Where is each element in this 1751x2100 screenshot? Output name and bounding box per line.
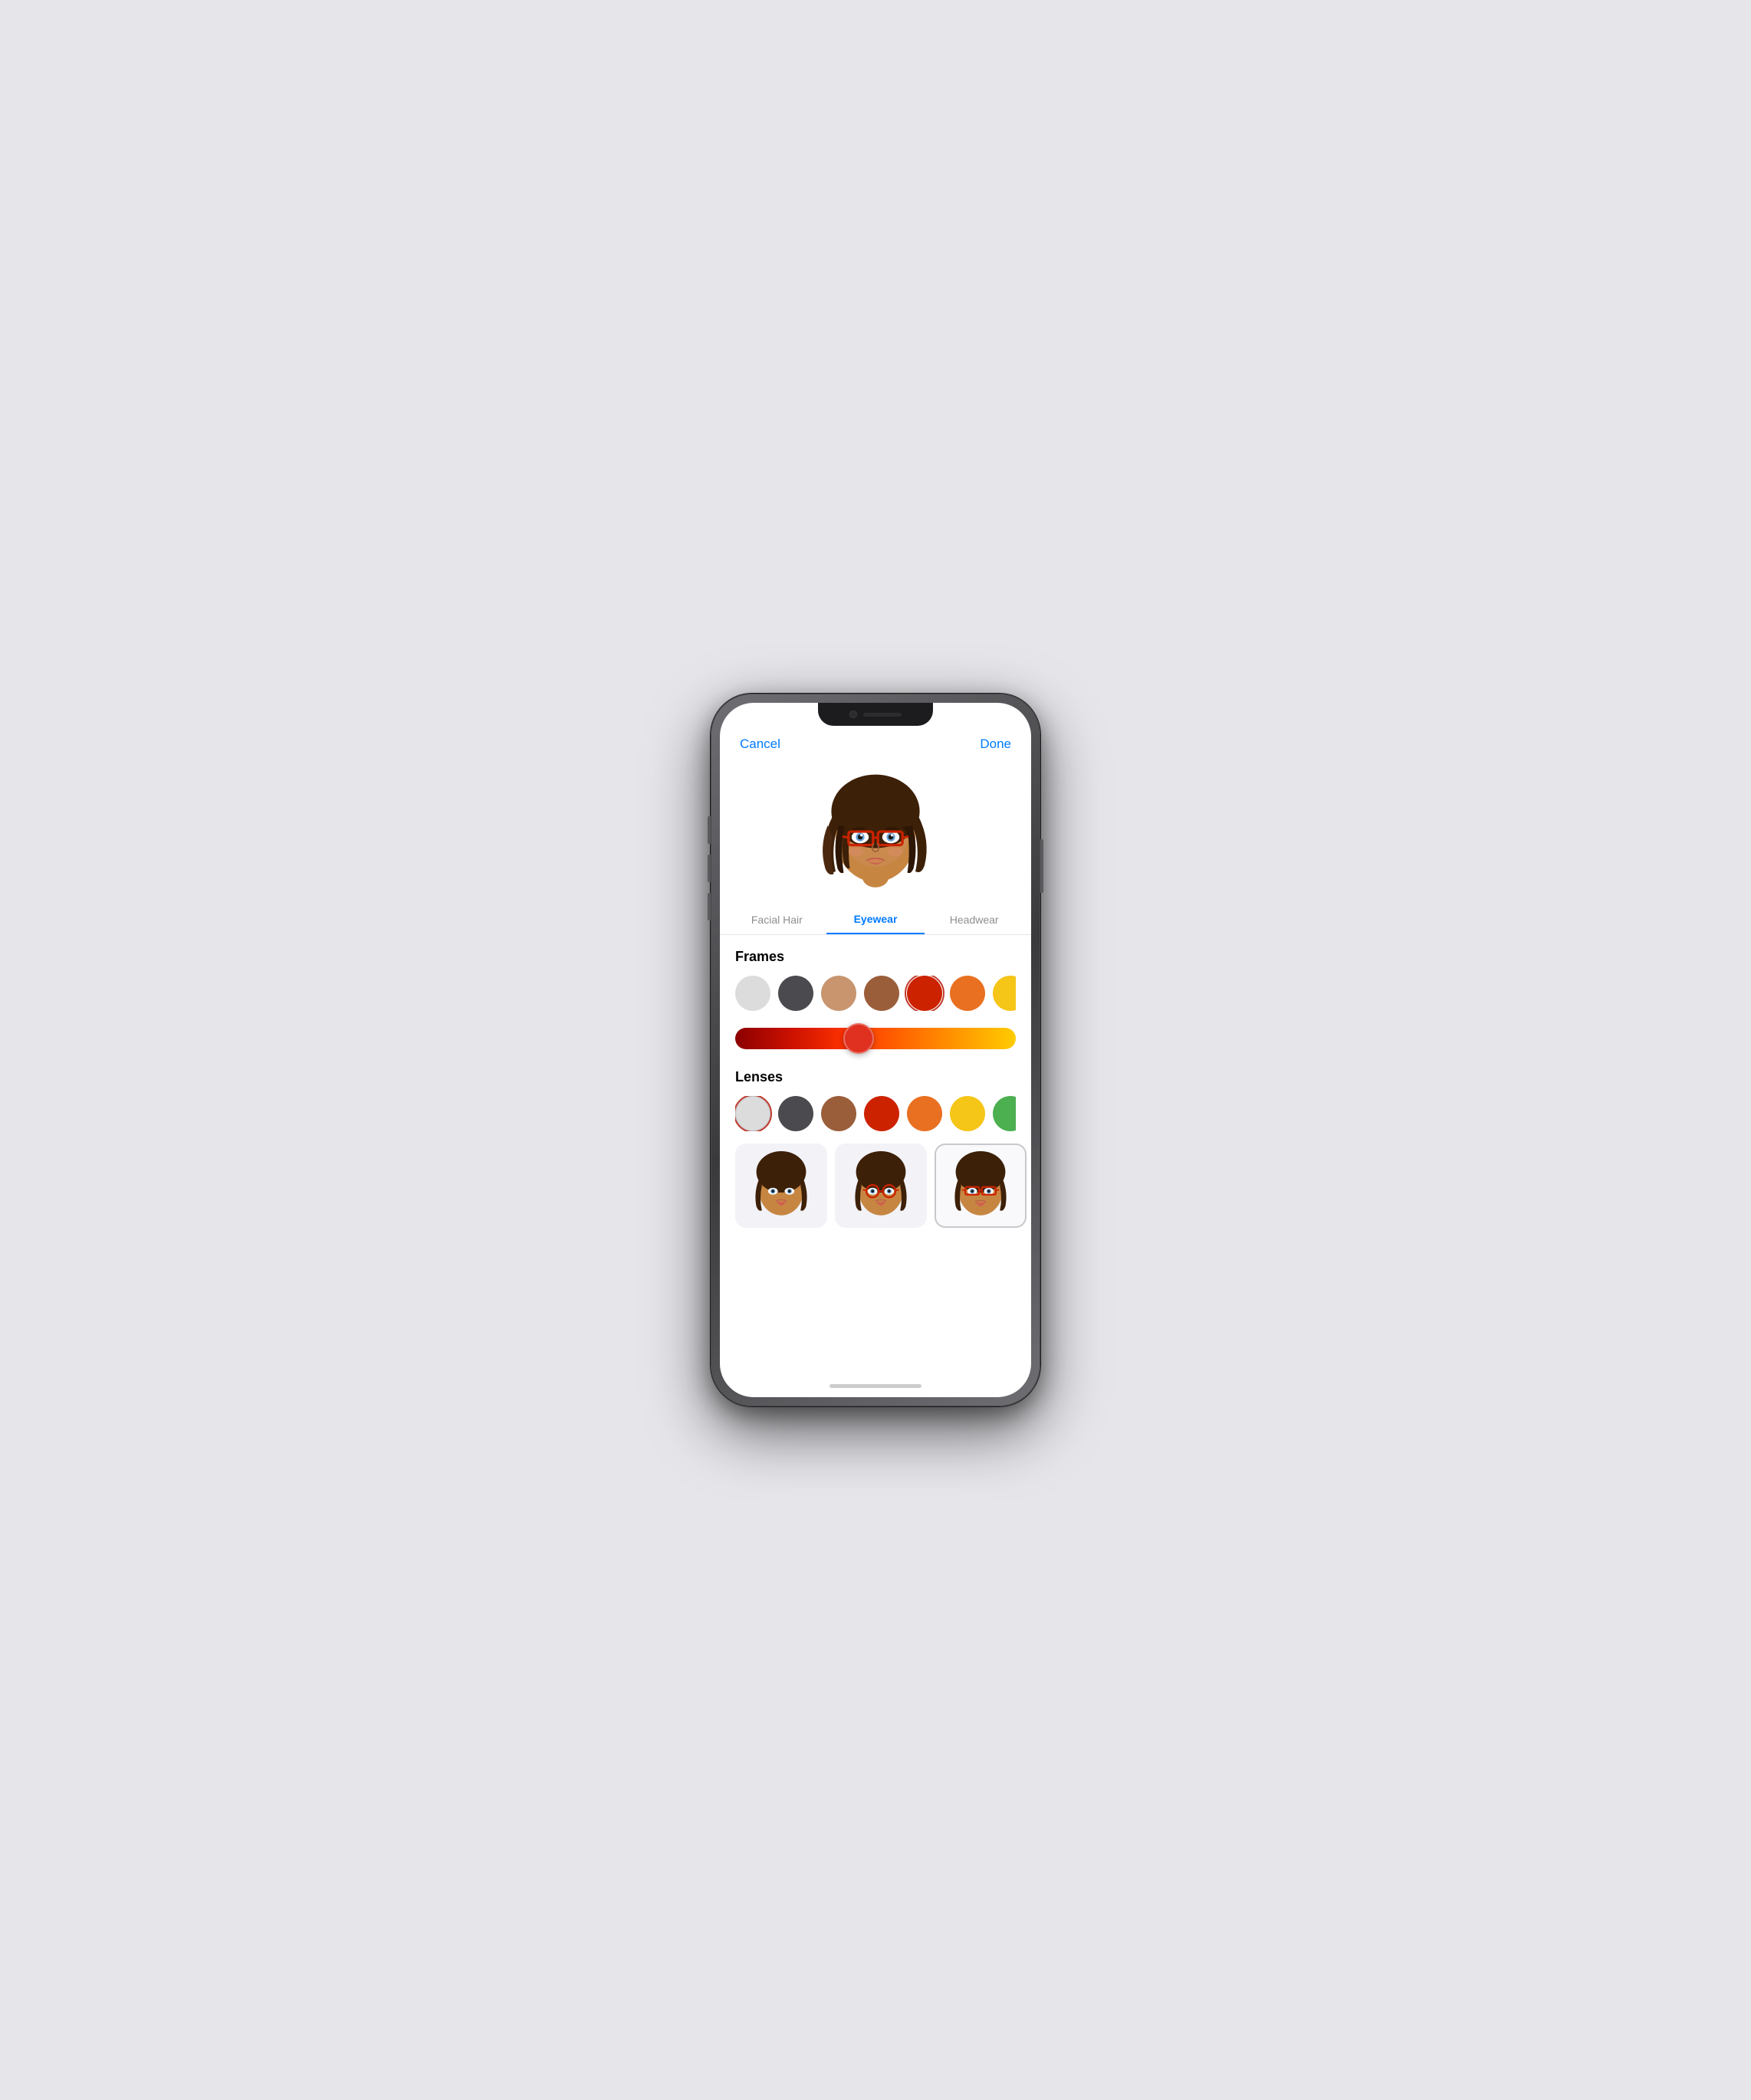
main-content: Frames	[720, 935, 1031, 1378]
notch	[818, 703, 933, 726]
style-option-none-img	[735, 1144, 827, 1228]
earpiece-speaker	[863, 713, 902, 717]
tab-eyewear[interactable]: Eyewear	[826, 905, 925, 934]
lenses-color-white[interactable]	[735, 1096, 770, 1131]
lenses-color-brown[interactable]	[821, 1096, 856, 1131]
frames-color-red[interactable]	[907, 976, 942, 1011]
category-tabs: Facial Hair Eyewear Headwear	[720, 905, 1031, 935]
home-indicator[interactable]	[720, 1378, 1031, 1397]
phone-screen: Cancel Done	[720, 703, 1031, 1397]
cancel-button[interactable]: Cancel	[740, 737, 780, 752]
screen-content: Cancel Done	[720, 703, 1031, 1397]
frames-color-white[interactable]	[735, 976, 770, 1011]
lenses-section: Lenses	[735, 1069, 1016, 1131]
tab-facial-hair[interactable]: Facial Hair	[728, 906, 826, 934]
slider-track	[735, 1028, 1016, 1049]
lenses-color-swatches	[735, 1096, 1016, 1131]
home-bar	[830, 1384, 921, 1388]
slider-thumb[interactable]	[843, 1023, 874, 1054]
tab-headwear[interactable]: Headwear	[925, 906, 1023, 934]
style-option-square-img	[936, 1145, 1025, 1226]
memoji-avatar	[814, 767, 937, 890]
style-option-classic-img	[835, 1144, 927, 1228]
frames-color-slider[interactable]	[735, 1023, 1016, 1054]
frames-color-orange[interactable]	[950, 976, 985, 1011]
style-options-row	[735, 1144, 1016, 1228]
style-option-none[interactable]	[735, 1144, 827, 1228]
front-camera	[849, 710, 857, 718]
style-option-classic[interactable]	[835, 1144, 927, 1228]
top-bar: Cancel Done	[720, 726, 1031, 760]
frames-color-yellow[interactable]	[993, 976, 1016, 1011]
lenses-section-title: Lenses	[735, 1069, 1016, 1085]
phone-device: Cancel Done	[711, 694, 1040, 1406]
done-button[interactable]: Done	[980, 737, 1011, 752]
frames-color-dark-gray[interactable]	[778, 976, 813, 1011]
frames-color-tan[interactable]	[821, 976, 856, 1011]
lenses-color-orange[interactable]	[907, 1096, 942, 1131]
frames-color-brown[interactable]	[864, 976, 899, 1011]
lenses-color-yellow[interactable]	[950, 1096, 985, 1131]
lenses-color-dark-gray[interactable]	[778, 1096, 813, 1131]
frames-section-title: Frames	[735, 949, 1016, 965]
lenses-color-green[interactable]	[993, 1096, 1016, 1131]
style-option-square[interactable]	[935, 1144, 1027, 1228]
frames-color-swatches	[735, 976, 1016, 1011]
lenses-color-red[interactable]	[864, 1096, 899, 1131]
memoji-preview	[720, 760, 1031, 905]
